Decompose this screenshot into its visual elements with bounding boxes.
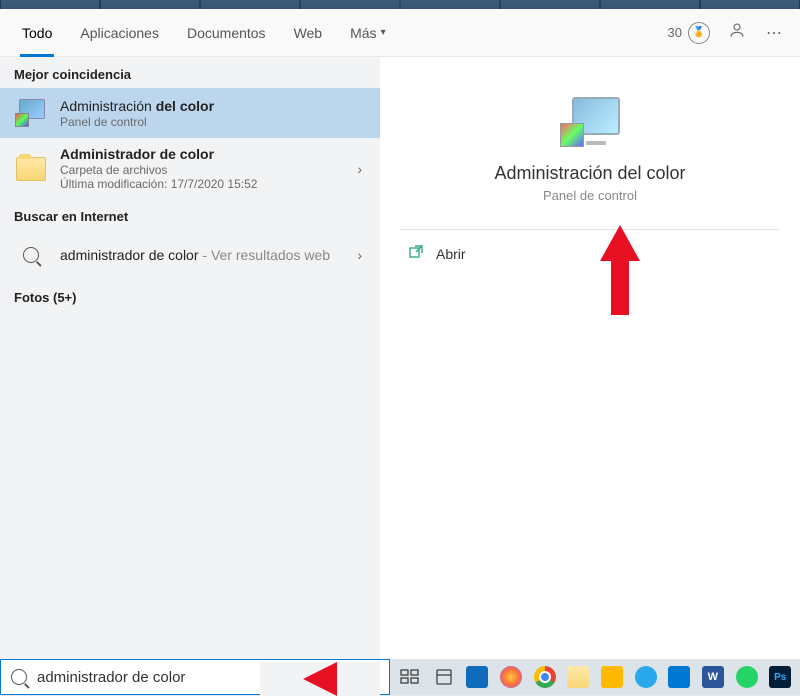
chrome-icon[interactable]	[529, 662, 561, 692]
whatsapp-icon[interactable]	[731, 662, 763, 692]
results-list: Mejor coincidencia Administración del co…	[0, 57, 380, 659]
photos-label: Fotos (5+)	[0, 280, 380, 311]
result-subtitle: Carpeta de archivos	[60, 163, 341, 177]
rewards-icon: 🏅	[688, 22, 710, 44]
tab-web[interactable]: Web	[280, 9, 337, 57]
more-options-icon[interactable]: ⋯	[756, 23, 792, 43]
photoshop-icon[interactable]: Ps	[764, 662, 796, 692]
folder-icon	[14, 152, 48, 186]
preview-pane: Administración del color Panel de contro…	[380, 57, 800, 659]
search-panel: Todo Aplicaciones Documentos Web Más▾ 30…	[0, 9, 800, 659]
preview-subtitle: Panel de control	[400, 188, 780, 203]
app-blue-icon[interactable]	[663, 662, 695, 692]
open-icon	[408, 244, 424, 263]
action-open-label: Abrir	[436, 246, 466, 262]
annotation-arrow-left	[260, 662, 380, 696]
preview-title: Administración del color	[400, 163, 780, 184]
result-color-management[interactable]: Administración del color Panel de contro…	[0, 88, 380, 138]
chevron-right-icon: ›	[353, 161, 366, 177]
search-internet-label: Buscar en Internet	[0, 199, 380, 230]
chevron-down-icon: ▾	[381, 27, 386, 38]
rewards-indicator[interactable]: 30 🏅	[660, 22, 718, 44]
result-title: Administrador de color	[60, 146, 341, 162]
result-modified: Última modificación: 17/7/2020 15:52	[60, 177, 341, 191]
search-icon	[11, 669, 27, 685]
sticky-notes-icon[interactable]	[596, 662, 628, 692]
tab-all[interactable]: Todo	[8, 9, 66, 57]
tab-apps[interactable]: Aplicaciones	[66, 9, 173, 57]
result-subtitle: Panel de control	[60, 115, 366, 129]
account-icon[interactable]	[718, 21, 756, 44]
result-web-search[interactable]: administrador de color - Ver resultados …	[0, 230, 380, 280]
tab-more[interactable]: Más▾	[336, 9, 399, 57]
task-view-icon[interactable]	[394, 662, 426, 692]
word-icon[interactable]: W	[697, 662, 729, 692]
tab-documents[interactable]: Documentos	[173, 9, 280, 57]
explorer-icon[interactable]	[562, 662, 594, 692]
telegram-icon[interactable]	[630, 662, 662, 692]
action-open[interactable]: Abrir	[400, 230, 780, 277]
rewards-points: 30	[668, 25, 682, 40]
mail-icon[interactable]	[461, 662, 493, 692]
taskbar: W Ps	[390, 659, 800, 695]
filter-tabs: Todo Aplicaciones Documentos Web Más▾ 30…	[0, 9, 800, 57]
best-match-label: Mejor coincidencia	[0, 57, 380, 88]
firefox-icon[interactable]	[495, 662, 527, 692]
timeline-icon[interactable]	[428, 662, 460, 692]
preview-app-icon	[560, 97, 620, 147]
color-management-icon	[14, 96, 48, 130]
search-icon	[14, 238, 48, 272]
chevron-right-icon: ›	[353, 247, 366, 263]
result-title: administrador de color - Ver resultados …	[60, 247, 341, 263]
result-color-folder[interactable]: Administrador de color Carpeta de archiv…	[0, 138, 380, 199]
result-title: Administración del color	[60, 98, 366, 114]
annotation-arrow-up	[600, 225, 640, 315]
